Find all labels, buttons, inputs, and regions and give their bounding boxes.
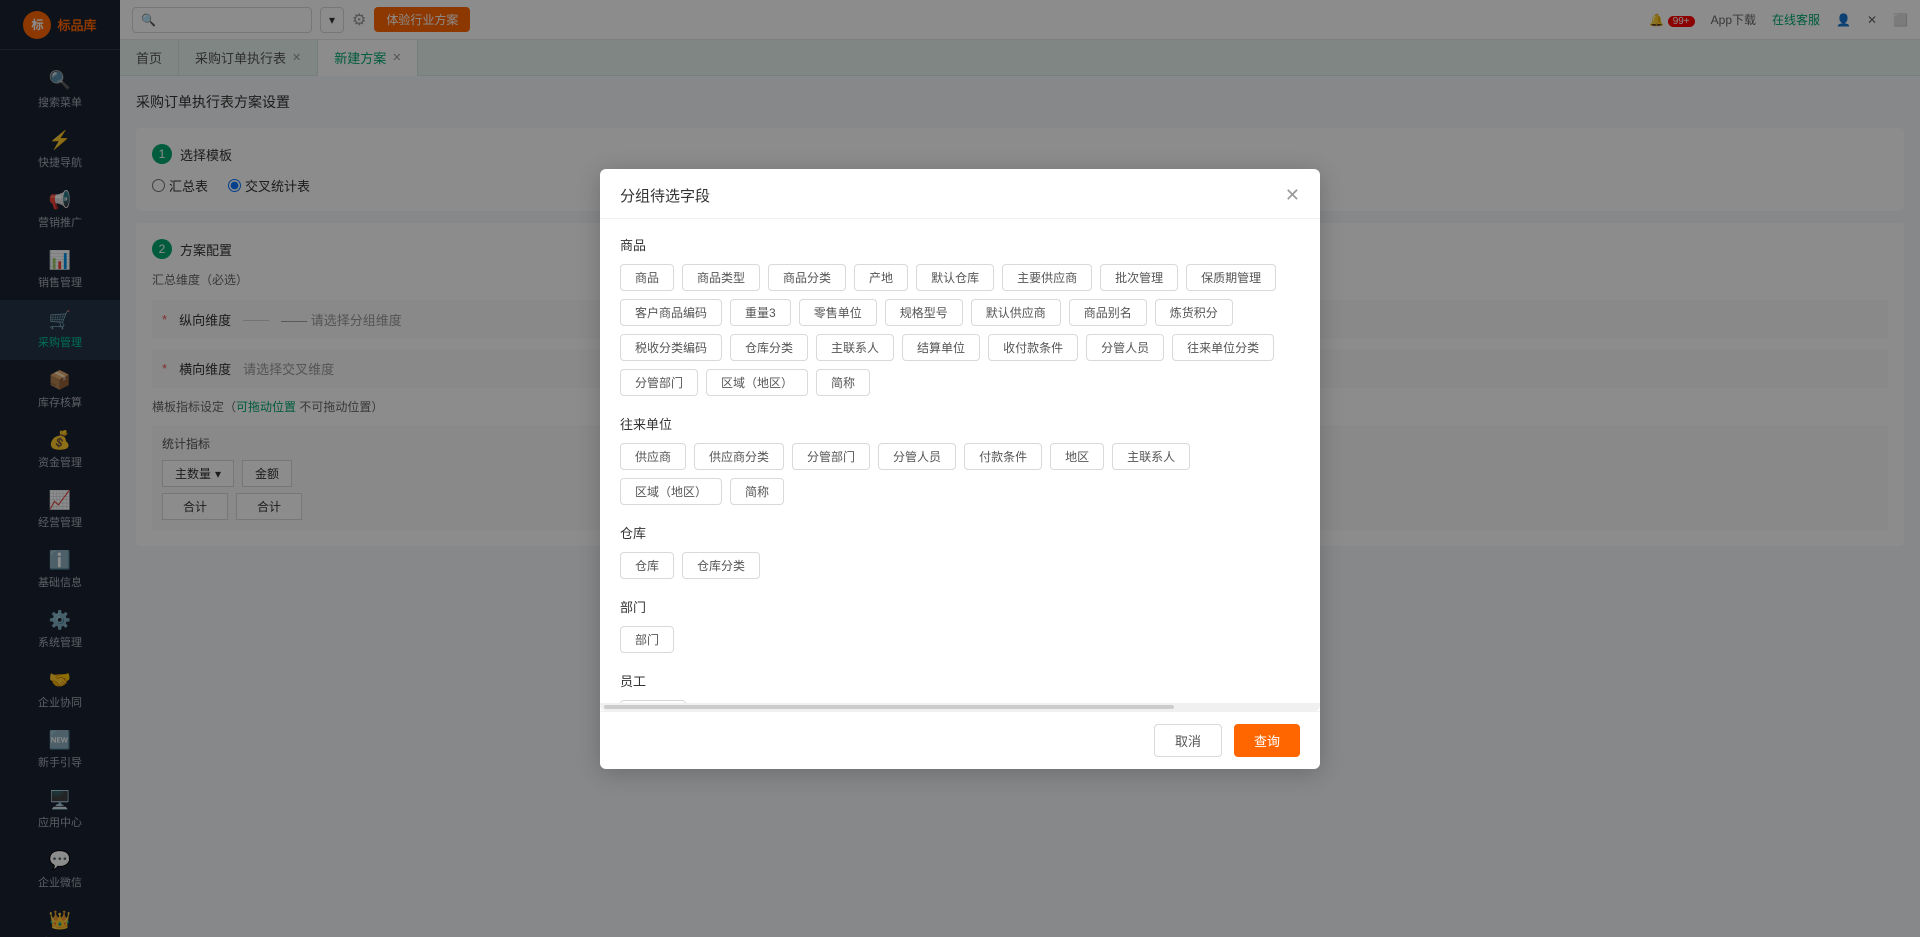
field-tags-2: 仓库仓库分类 bbox=[620, 552, 1300, 579]
section-title-2: 仓库 bbox=[620, 523, 1300, 542]
field-section-部门: 部门部门 bbox=[620, 597, 1300, 653]
field-tags-3: 部门 bbox=[620, 626, 1300, 653]
field-tag-1-1[interactable]: 供应商分类 bbox=[694, 443, 784, 470]
cancel-button[interactable]: 取消 bbox=[1154, 724, 1222, 757]
field-tag-0-0[interactable]: 商品 bbox=[620, 264, 674, 291]
field-section-往来单位: 往来单位供应商供应商分类分管部门分管人员付款条件地区主联系人区域（地区） 简称 bbox=[620, 414, 1300, 505]
field-tag-1-8[interactable]: 简称 bbox=[730, 478, 784, 505]
section-title-3: 部门 bbox=[620, 597, 1300, 616]
field-tag-0-23[interactable]: 区域（地区） bbox=[706, 369, 808, 396]
field-tag-0-18[interactable]: 结算单位 bbox=[902, 334, 980, 361]
field-tag-0-6[interactable]: 批次管理 bbox=[1100, 264, 1178, 291]
field-tag-0-9[interactable]: 重量3 bbox=[730, 299, 791, 326]
field-tag-1-6[interactable]: 主联系人 bbox=[1112, 443, 1190, 470]
field-tag-0-14[interactable]: 炼货积分 bbox=[1155, 299, 1233, 326]
modal-title: 分组待选字段 bbox=[620, 185, 710, 206]
modal-overlay: 分组待选字段 ✕ 商品商品商品类型商品分类产地默认仓库主要供应商批次管理保质期管… bbox=[0, 0, 1920, 937]
modal: 分组待选字段 ✕ 商品商品商品类型商品分类产地默认仓库主要供应商批次管理保质期管… bbox=[600, 169, 1320, 769]
field-tag-0-2[interactable]: 商品分类 bbox=[768, 264, 846, 291]
section-title-4: 员工 bbox=[620, 671, 1300, 690]
field-tag-0-16[interactable]: 仓库分类 bbox=[730, 334, 808, 361]
section-title-1: 往来单位 bbox=[620, 414, 1300, 433]
field-tag-0-15[interactable]: 税收分类编码 bbox=[620, 334, 722, 361]
field-tag-0-24[interactable]: 简称 bbox=[816, 369, 870, 396]
field-tag-0-17[interactable]: 主联系人 bbox=[816, 334, 894, 361]
field-tag-1-5[interactable]: 地区 bbox=[1050, 443, 1104, 470]
field-tag-0-5[interactable]: 主要供应商 bbox=[1002, 264, 1092, 291]
field-tag-0-8[interactable]: 客户商品编码 bbox=[620, 299, 722, 326]
field-tag-3-0[interactable]: 部门 bbox=[620, 626, 674, 653]
field-tag-0-22[interactable]: 分管部门 bbox=[620, 369, 698, 396]
field-tag-1-3[interactable]: 分管人员 bbox=[878, 443, 956, 470]
field-tag-0-13[interactable]: 商品别名 bbox=[1069, 299, 1147, 326]
field-tag-0-3[interactable]: 产地 bbox=[854, 264, 908, 291]
field-tag-1-4[interactable]: 付款条件 bbox=[964, 443, 1042, 470]
field-tag-0-11[interactable]: 规格型号 bbox=[885, 299, 963, 326]
field-tag-0-4[interactable]: 默认仓库 bbox=[916, 264, 994, 291]
field-section-员工: 员工业务员 bbox=[620, 671, 1300, 703]
confirm-button[interactable]: 查询 bbox=[1234, 724, 1300, 757]
modal-hscroll[interactable] bbox=[600, 703, 1320, 711]
modal-body: 商品商品商品类型商品分类产地默认仓库主要供应商批次管理保质期管理客户商品编码重量… bbox=[600, 219, 1320, 703]
field-tag-1-0[interactable]: 供应商 bbox=[620, 443, 686, 470]
field-tag-0-1[interactable]: 商品类型 bbox=[682, 264, 760, 291]
modal-footer: 取消 查询 bbox=[600, 711, 1320, 769]
field-tag-1-7[interactable]: 区域（地区） bbox=[620, 478, 722, 505]
field-tag-1-2[interactable]: 分管部门 bbox=[792, 443, 870, 470]
field-tag-0-19[interactable]: 收付款条件 bbox=[988, 334, 1078, 361]
field-section-商品: 商品商品商品类型商品分类产地默认仓库主要供应商批次管理保质期管理客户商品编码重量… bbox=[620, 235, 1300, 396]
field-tag-0-7[interactable]: 保质期管理 bbox=[1186, 264, 1276, 291]
field-tags-0: 商品商品类型商品分类产地默认仓库主要供应商批次管理保质期管理客户商品编码重量3 零… bbox=[620, 264, 1300, 396]
hscroll-thumb bbox=[604, 705, 1174, 709]
field-tag-0-10[interactable]: 零售单位 bbox=[799, 299, 877, 326]
field-tags-1: 供应商供应商分类分管部门分管人员付款条件地区主联系人区域（地区） 简称 bbox=[620, 443, 1300, 505]
modal-header: 分组待选字段 ✕ bbox=[600, 169, 1320, 219]
field-tag-0-20[interactable]: 分管人员 bbox=[1086, 334, 1164, 361]
field-section-仓库: 仓库仓库仓库分类 bbox=[620, 523, 1300, 579]
field-tag-2-0[interactable]: 仓库 bbox=[620, 552, 674, 579]
field-tag-0-21[interactable]: 往来单位分类 bbox=[1172, 334, 1274, 361]
modal-close-btn[interactable]: ✕ bbox=[1285, 186, 1300, 204]
field-tag-0-12[interactable]: 默认供应商 bbox=[971, 299, 1061, 326]
section-title-0: 商品 bbox=[620, 235, 1300, 254]
field-tag-2-1[interactable]: 仓库分类 bbox=[682, 552, 760, 579]
